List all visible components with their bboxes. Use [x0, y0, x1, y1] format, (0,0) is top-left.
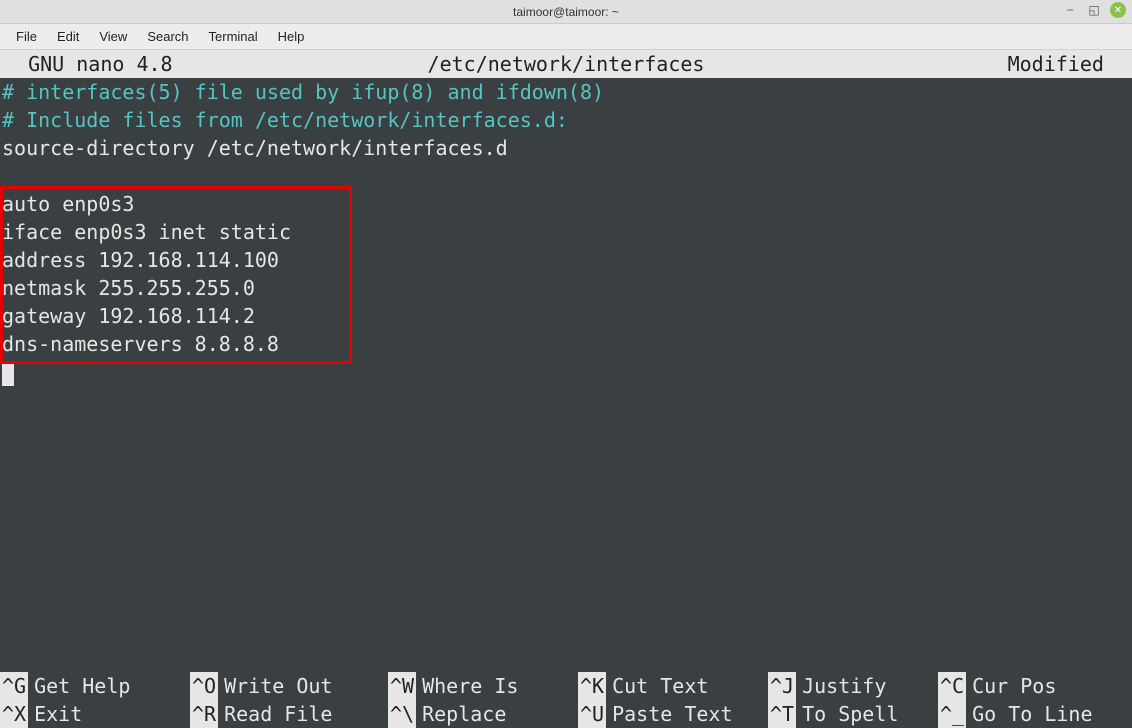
shortcut-key: ^U	[578, 700, 606, 728]
shortcut-label: To Spell	[802, 700, 898, 728]
menu-view[interactable]: View	[91, 27, 135, 46]
shortcut-key: ^T	[768, 700, 796, 728]
shortcut-label: Exit	[34, 700, 82, 728]
editor-content[interactable]: # interfaces(5) file used by ifup(8) and…	[0, 78, 1132, 386]
shortcut-go-to-line: ^_ Go To Line	[938, 700, 1128, 728]
shortcut-to-spell: ^T To Spell	[768, 700, 938, 728]
shortcut-cut-text: ^K Cut Text	[578, 672, 768, 700]
shortcut-key: ^C	[938, 672, 966, 700]
nano-filename: /etc/network/interfaces	[428, 50, 705, 78]
shortcut-key: ^R	[190, 700, 218, 728]
shortcut-key: ^J	[768, 672, 796, 700]
editor-line: gateway 192.168.114.2	[2, 302, 1130, 330]
terminal-area[interactable]: GNU nano 4.8 /etc/network/interfaces Mod…	[0, 50, 1132, 728]
text-cursor	[2, 364, 14, 386]
shortcut-paste-text: ^U Paste Text	[578, 700, 768, 728]
menu-edit[interactable]: Edit	[49, 27, 87, 46]
shortcut-get-help: ^G Get Help	[0, 672, 190, 700]
shortcut-label: Go To Line	[972, 700, 1092, 728]
shortcut-label: Where Is	[422, 672, 518, 700]
menu-file[interactable]: File	[8, 27, 45, 46]
nano-version: GNU nano 4.8	[4, 50, 173, 78]
shortcut-key: ^\	[388, 700, 416, 728]
window-title: taimoor@taimoor: ~	[513, 5, 619, 19]
shortcut-label: Paste Text	[612, 700, 732, 728]
editor-line: auto enp0s3	[2, 190, 1130, 218]
editor-line: dns-nameservers 8.8.8.8	[2, 330, 1130, 358]
nano-shortcut-bar: ^G Get Help ^O Write Out ^W Where Is ^K …	[0, 672, 1132, 728]
shortcut-label: Cut Text	[612, 672, 708, 700]
shortcut-row-2: ^X Exit ^R Read File ^\ Replace ^U Paste…	[0, 700, 1132, 728]
shortcut-key: ^O	[190, 672, 218, 700]
menu-bar: File Edit View Search Terminal Help	[0, 24, 1132, 50]
editor-line: address 192.168.114.100	[2, 246, 1130, 274]
close-button[interactable]: ✕	[1110, 2, 1126, 18]
shortcut-row-1: ^G Get Help ^O Write Out ^W Where Is ^K …	[0, 672, 1132, 700]
shortcut-label: Get Help	[34, 672, 130, 700]
shortcut-key: ^K	[578, 672, 606, 700]
menu-search[interactable]: Search	[139, 27, 196, 46]
nano-status: Modified	[1008, 50, 1128, 78]
shortcut-justify: ^J Justify	[768, 672, 938, 700]
shortcut-label: Cur Pos	[972, 672, 1056, 700]
menu-help[interactable]: Help	[270, 27, 313, 46]
shortcut-where-is: ^W Where Is	[388, 672, 578, 700]
shortcut-label: Read File	[224, 700, 332, 728]
maximize-button[interactable]: ◱	[1086, 2, 1102, 18]
shortcut-key: ^W	[388, 672, 416, 700]
window-titlebar: taimoor@taimoor: ~ − ◱ ✕	[0, 0, 1132, 24]
shortcut-exit: ^X Exit	[0, 700, 190, 728]
minimize-button[interactable]: −	[1062, 2, 1078, 18]
shortcut-key: ^X	[0, 700, 28, 728]
cursor-line	[2, 358, 1130, 386]
window-controls: − ◱ ✕	[1062, 2, 1126, 18]
nano-header-bar: GNU nano 4.8 /etc/network/interfaces Mod…	[0, 50, 1132, 78]
editor-line: # Include files from /etc/network/interf…	[2, 106, 1130, 134]
editor-line: source-directory /etc/network/interfaces…	[2, 134, 1130, 162]
shortcut-label: Replace	[422, 700, 506, 728]
editor-line: netmask 255.255.255.0	[2, 274, 1130, 302]
shortcut-key: ^G	[0, 672, 28, 700]
menu-terminal[interactable]: Terminal	[201, 27, 266, 46]
editor-line: # interfaces(5) file used by ifup(8) and…	[2, 78, 1130, 106]
shortcut-write-out: ^O Write Out	[190, 672, 388, 700]
shortcut-cur-pos: ^C Cur Pos	[938, 672, 1128, 700]
shortcut-replace: ^\ Replace	[388, 700, 578, 728]
shortcut-read-file: ^R Read File	[190, 700, 388, 728]
editor-line: iface enp0s3 inet static	[2, 218, 1130, 246]
editor-line	[2, 162, 1130, 190]
shortcut-label: Justify	[802, 672, 886, 700]
shortcut-key: ^_	[938, 700, 966, 728]
shortcut-label: Write Out	[224, 672, 332, 700]
